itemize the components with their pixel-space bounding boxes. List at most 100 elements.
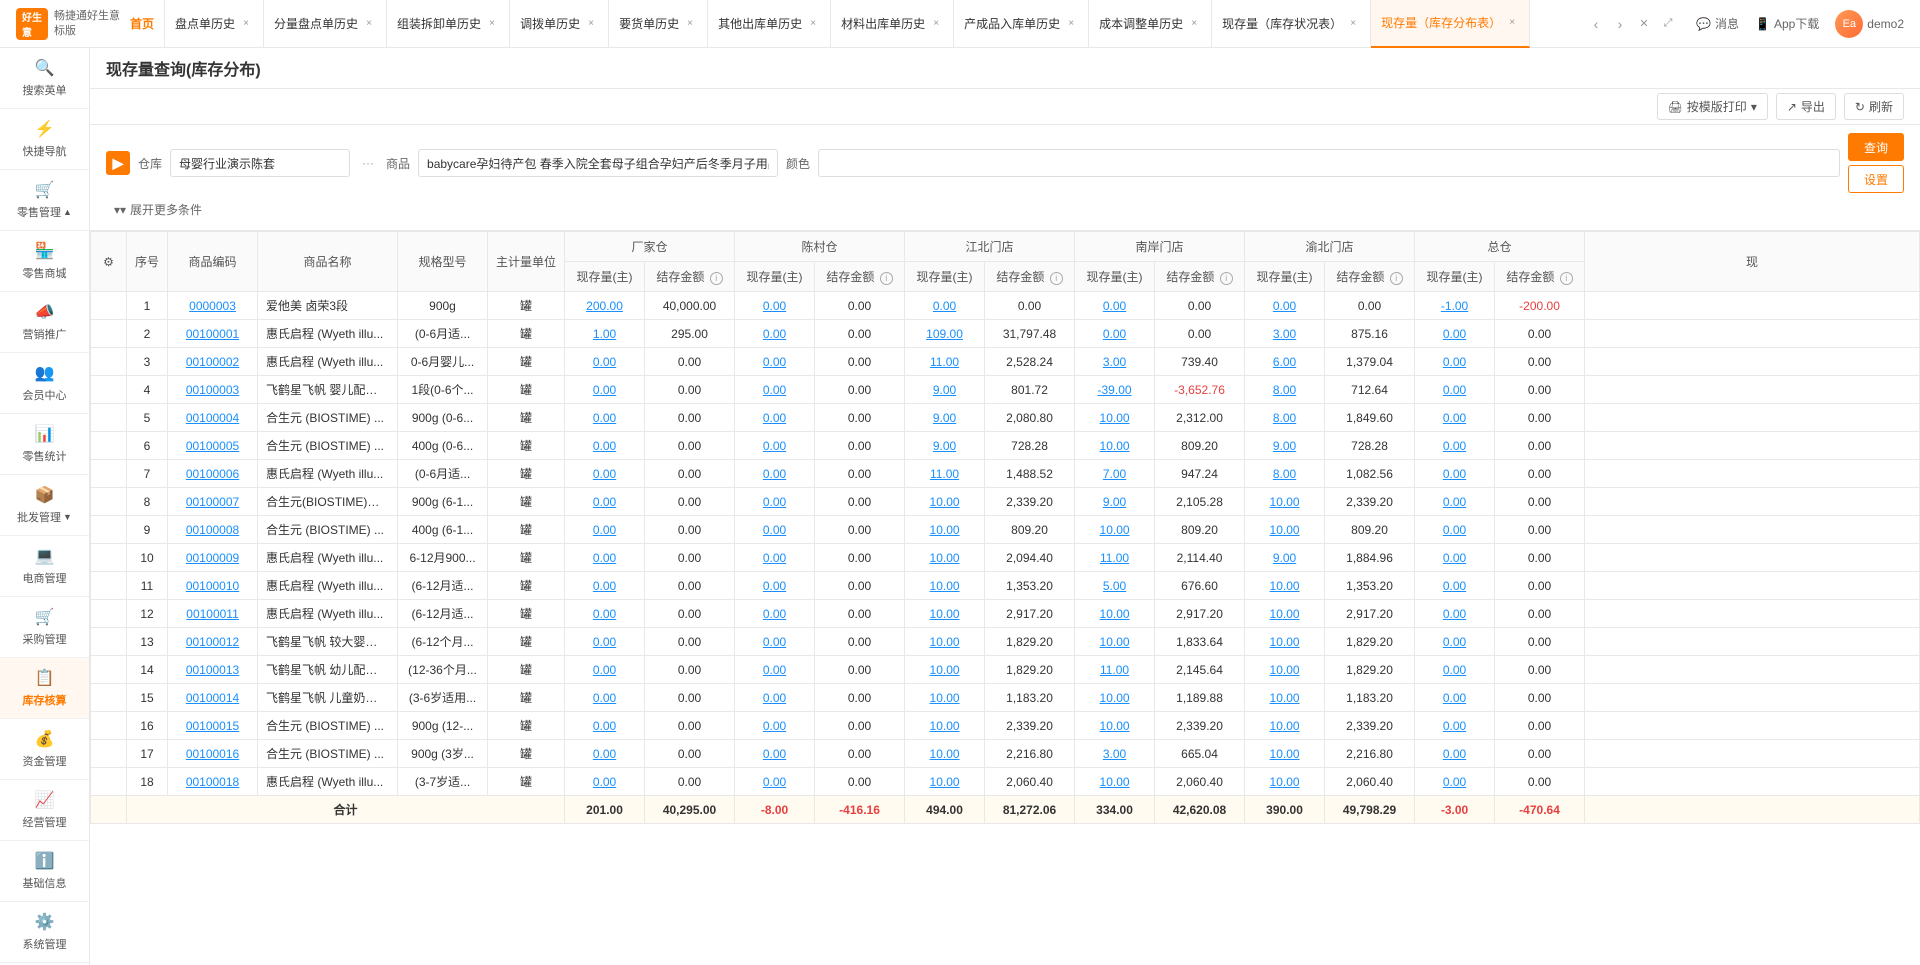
- data-table: ⚙ 序号 商品编码 商品名称 规格型号 主计量单位 厂家仓 陈村仓 江北门店 南…: [90, 231, 1920, 824]
- th-f4-qty: 现存量(主): [1075, 262, 1155, 292]
- sidebar-item-8[interactable]: 💻 电商管理: [0, 536, 89, 597]
- top-tab-0[interactable]: 首页: [120, 0, 165, 48]
- print-btn[interactable]: 🖨 按模版打印 ▾: [1657, 93, 1768, 120]
- tab-close-2[interactable]: ×: [362, 17, 376, 31]
- tab-close-4[interactable]: ×: [584, 17, 598, 31]
- color-input[interactable]: [818, 149, 1840, 177]
- sidebar-label-14: 系统管理: [23, 936, 67, 952]
- top-tab-11[interactable]: 现存量（库存分布表）×: [1371, 0, 1530, 48]
- total-row: 合计 201.00 40,295.00 -8.00 -416.16 494.00…: [91, 796, 1920, 824]
- export-btn[interactable]: ↗ 导出: [1776, 93, 1836, 120]
- tab-close-8[interactable]: ×: [1064, 17, 1078, 31]
- sidebar-item-7[interactable]: 📦批发管理▼: [0, 475, 89, 536]
- expand-more-btn[interactable]: ▾▾ 展开更多条件: [106, 197, 1904, 222]
- search-btn[interactable]: 查询: [1848, 133, 1904, 161]
- th-f1-amt: 结存金额 i: [645, 262, 735, 292]
- sidebar-label-2: 零售管理: [17, 204, 61, 220]
- top-tab-7[interactable]: 材料出库单历史×: [831, 0, 954, 48]
- sidebar: 🔍搜索英单⚡快捷导航🛒零售管理▲🏪零售商城📣营销推广👥会员中心📊零售统计📦批发管…: [0, 48, 90, 965]
- tab-close-10[interactable]: ×: [1346, 17, 1360, 31]
- th-chen: 陈村仓: [735, 232, 905, 262]
- table-row: 8 00100007 合生元(BIOSTIME)沁... 900g (6-1..…: [91, 488, 1920, 516]
- table-row: 10 00100009 惠氏启程 (Wyeth illu... 6-12月900…: [91, 544, 1920, 572]
- tab-expand-btn[interactable]: ⤢: [1656, 0, 1680, 48]
- sidebar-item-4[interactable]: 📣营销推广: [0, 292, 89, 353]
- sidebar-item-14[interactable]: ⚙️系统管理: [0, 902, 89, 963]
- sidebar-item-9[interactable]: 🛒 采购管理: [0, 597, 89, 658]
- tab-close-3[interactable]: ×: [485, 17, 499, 31]
- top-tab-9[interactable]: 成本调整单历史×: [1089, 0, 1212, 48]
- tab-label: 盘点单历史: [175, 15, 235, 32]
- table-row: 14 00100013 飞鹤星飞帆 幼儿配方奶... (12-36个月... 罐…: [91, 656, 1920, 684]
- sidebar-item-3[interactable]: 🏪零售商城: [0, 231, 89, 292]
- table-row: 1 0000003 爱他美 卤荣3段 900g 罐 200.00 40,000.…: [91, 292, 1920, 320]
- th-f4-amt: 结存金额 i: [1155, 262, 1245, 292]
- top-tab-4[interactable]: 调拨单历史×: [510, 0, 609, 48]
- sidebar-icon-8: 💻: [35, 546, 55, 566]
- tab-close-7[interactable]: ×: [929, 17, 943, 31]
- table-row: 4 00100003 飞鹤星飞帆 婴儿配方奶... 1段(0-6个... 罐 0…: [91, 376, 1920, 404]
- sidebar-item-0[interactable]: 🔍搜索英单: [0, 48, 89, 109]
- tab-close-all-btn[interactable]: ✕: [1632, 0, 1656, 48]
- color-label: 颜色: [786, 155, 810, 172]
- sidebar-label-1: 快捷导航: [23, 143, 67, 159]
- top-tab-1[interactable]: 盘点单历史 ×: [165, 0, 264, 48]
- sidebar-label-8: 电商管理: [23, 570, 67, 586]
- th-f6-qty: 现存量(主): [1415, 262, 1495, 292]
- top-tab-8[interactable]: 产成品入库单历史×: [954, 0, 1089, 48]
- app-download-btn[interactable]: 📱 App下载: [1755, 15, 1819, 32]
- sidebar-item-1[interactable]: ⚡快捷导航: [0, 109, 89, 170]
- warehouse-dots[interactable]: ···: [358, 156, 378, 170]
- filter-toggle-btn[interactable]: ▶: [106, 151, 130, 175]
- tab-close-9[interactable]: ×: [1187, 17, 1201, 31]
- warehouse-input[interactable]: [170, 149, 350, 177]
- filter-row-1: ▶ 仓库 ··· 商品 颜色 查询 设置: [106, 133, 1904, 193]
- th-jiangbei: 江北门店: [905, 232, 1075, 262]
- table-container[interactable]: ⚙ 序号 商品编码 商品名称 规格型号 主计量单位 厂家仓 陈村仓 江北门店 南…: [90, 231, 1920, 965]
- th-nanan: 南岸门店: [1075, 232, 1245, 262]
- table-row: 18 00100018 惠氏启程 (Wyeth illu... (3-7岁适..…: [91, 768, 1920, 796]
- top-tab-6[interactable]: 其他出库单历史 ×: [708, 0, 831, 48]
- warehouse-label: 仓库: [138, 155, 162, 172]
- app-label: App下载: [1774, 15, 1819, 32]
- sidebar-arrow-2: ▲: [63, 207, 72, 217]
- top-tab-5[interactable]: 要货单历史×: [609, 0, 708, 48]
- tab-close-5[interactable]: ×: [683, 17, 697, 31]
- th-settings[interactable]: ⚙: [91, 232, 127, 292]
- top-tab-10[interactable]: 现存量（库存状况表）×: [1212, 0, 1371, 48]
- table-row: 9 00100008 合生元 (BIOSTIME) ... 400g (6-1.…: [91, 516, 1920, 544]
- top-tab-3[interactable]: 组装拆卸单历史×: [387, 0, 510, 48]
- sidebar-label-9: 采购管理: [23, 631, 67, 647]
- logo-icon: 好生意: [16, 8, 48, 40]
- sidebar-item-5[interactable]: 👥会员中心: [0, 353, 89, 414]
- refresh-icon: ↻: [1855, 100, 1865, 114]
- sidebar-item-2[interactable]: 🛒零售管理▲: [0, 170, 89, 231]
- tab-prev-btn[interactable]: ‹: [1584, 0, 1608, 48]
- action-btns: 查询 设置: [1848, 133, 1904, 193]
- tab-next-btn[interactable]: ›: [1608, 0, 1632, 48]
- sidebar-label-5: 会员中心: [23, 387, 67, 403]
- sidebar-item-6[interactable]: 📊零售统计: [0, 414, 89, 475]
- sidebar-item-10[interactable]: 📋库存核算: [0, 658, 89, 719]
- product-input[interactable]: [418, 149, 778, 177]
- tab-close-11[interactable]: ×: [1505, 16, 1519, 30]
- table-row: 7 00100006 惠氏启程 (Wyeth illu... (0-6月适...…: [91, 460, 1920, 488]
- refresh-btn[interactable]: ↻ 刷新: [1844, 93, 1904, 120]
- th-yubei: 渝北门店: [1245, 232, 1415, 262]
- setting-btn[interactable]: 设置: [1848, 165, 1904, 193]
- top-tab-2[interactable]: 分量盘点单历史×: [264, 0, 387, 48]
- sidebar-item-11[interactable]: 💰资金管理: [0, 719, 89, 780]
- tab-close-6[interactable]: ×: [806, 17, 820, 31]
- app-icon: 📱: [1755, 17, 1770, 31]
- sidebar-icon-0: 🔍: [35, 58, 55, 78]
- tab-close-1[interactable]: ×: [239, 17, 253, 31]
- sidebar-item-12[interactable]: 📈经营管理: [0, 780, 89, 841]
- sidebar-icon-6: 📊: [35, 424, 55, 444]
- user-area[interactable]: Ea demo2: [1835, 10, 1904, 38]
- th-seq: 序号: [127, 232, 168, 292]
- sidebar-icon-12: 📈: [35, 790, 55, 810]
- sidebar-item-13[interactable]: ℹ️基础信息: [0, 841, 89, 902]
- message-btn[interactable]: 💬 消息: [1696, 15, 1739, 32]
- sidebar-icon-9: 🛒: [35, 607, 55, 627]
- tab-label: 其他出库单历史: [718, 15, 802, 32]
